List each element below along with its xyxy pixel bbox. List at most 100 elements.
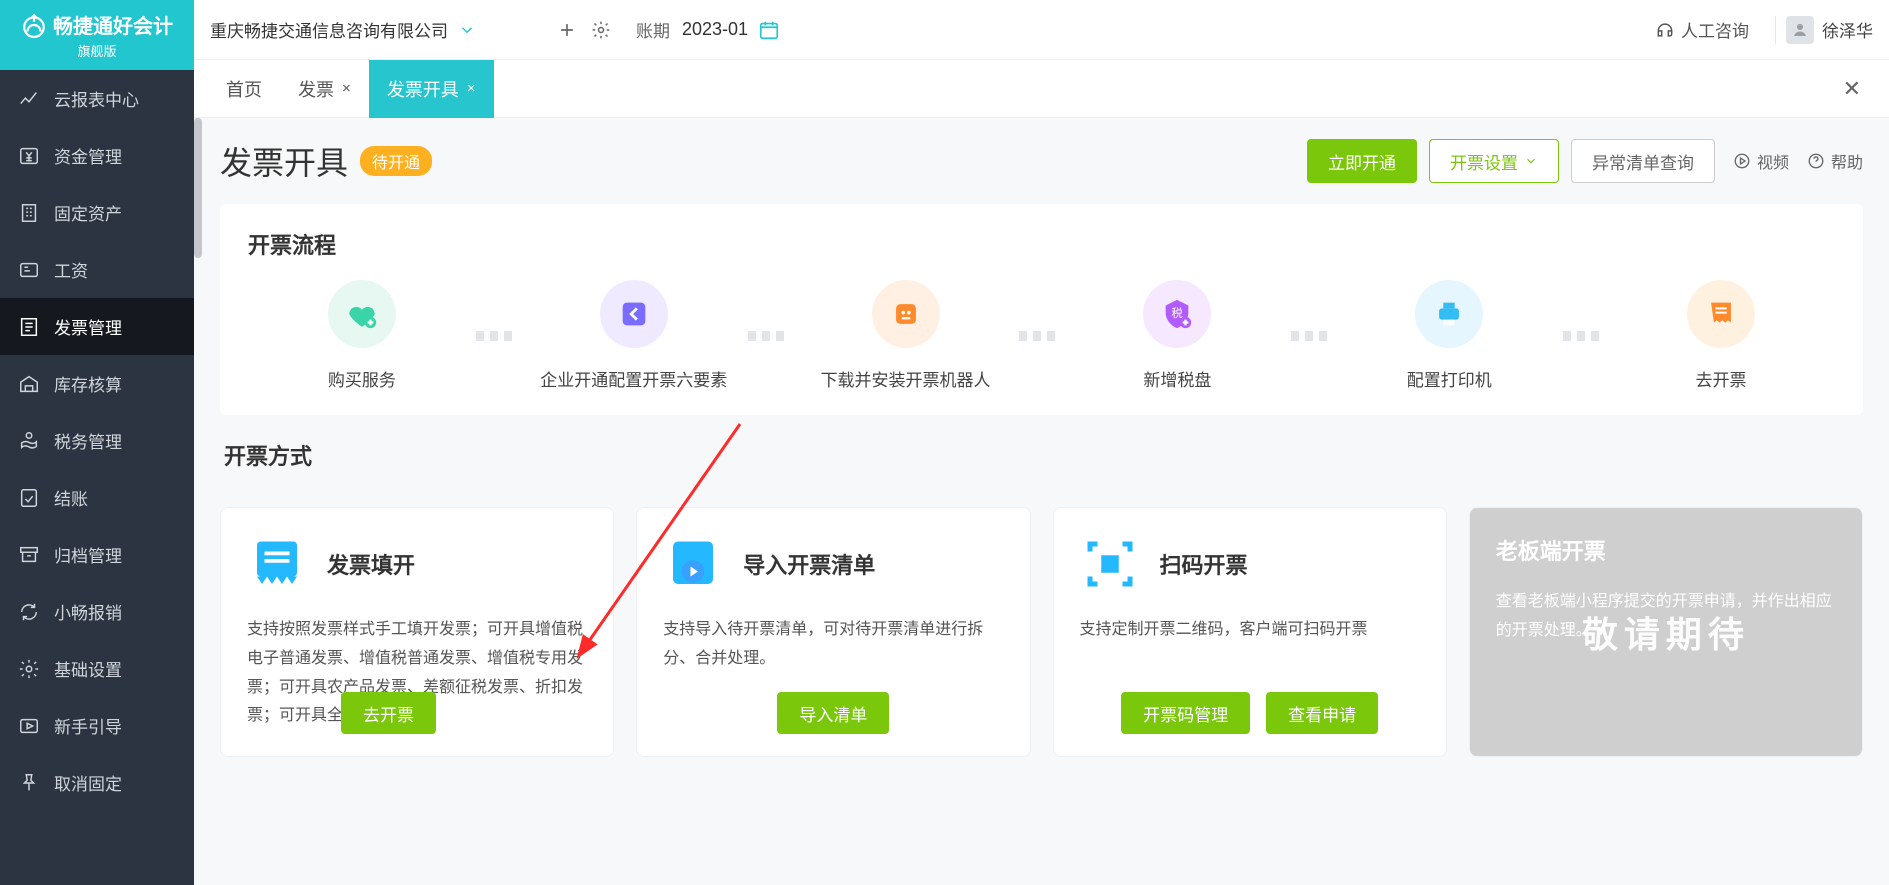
invoice-settings-button[interactable]: 开票设置 [1429, 139, 1559, 183]
abnormal-list-button[interactable]: 异常清单查询 [1571, 139, 1715, 183]
add-company-button[interactable] [550, 13, 584, 47]
step-label: 购买服务 [328, 366, 396, 391]
scrollbar[interactable] [194, 118, 202, 258]
sidebar-item-salary[interactable]: 工资 [0, 241, 194, 298]
help-icon [1807, 152, 1825, 170]
sidebar-item-unpin[interactable]: 取消固定 [0, 754, 194, 811]
sidebar-item-tax[interactable]: 税务管理 [0, 412, 194, 469]
sidebar-item-label: 税务管理 [54, 428, 122, 453]
sidebar-item-label: 小畅报销 [54, 599, 122, 624]
step-icon [1687, 280, 1755, 348]
sidebar-item-label: 库存核算 [54, 371, 122, 396]
tab-invoice[interactable]: 发票 × [280, 60, 369, 118]
sidebar-item-report-center[interactable]: 云报表中心 [0, 70, 194, 127]
card-title: 导入开票清单 [743, 548, 875, 580]
step-icon [600, 280, 668, 348]
period-value: 2023-01 [682, 19, 748, 40]
close-icon[interactable]: × [467, 80, 476, 97]
play-icon [18, 715, 40, 737]
sidebar-item-label: 基础设置 [54, 656, 122, 681]
hand-coin-icon [18, 430, 40, 452]
card-title: 扫码开票 [1160, 548, 1248, 580]
close-icon[interactable]: × [342, 80, 351, 97]
tab-home[interactable]: 首页 [208, 60, 280, 118]
sidebar-item-label: 取消固定 [54, 770, 122, 795]
sidebar-item-label: 新手引导 [54, 713, 122, 738]
qr-icon [1080, 534, 1140, 594]
page-header: 发票开具 待开通 立即开通 开票设置 异常清单查询 视频 帮助 [220, 138, 1863, 184]
step-icon [328, 280, 396, 348]
flow-connector [1019, 331, 1063, 341]
company-select[interactable]: 重庆畅捷交通信息咨询有限公司 [210, 17, 530, 42]
card-action-button[interactable]: 查看申请 [1266, 692, 1378, 734]
card-action-button[interactable]: 导入清单 [777, 692, 889, 734]
button-label: 开票设置 [1450, 149, 1518, 174]
brand-edition: 旗舰版 [77, 41, 116, 60]
step-label: 去开票 [1696, 366, 1747, 391]
refresh-icon [18, 601, 40, 623]
help-link[interactable]: 帮助 [1807, 149, 1863, 173]
method-card: 老板端开票查看老板端小程序提交的开票申请，并作出相应的开票处理。敬请期待 [1469, 507, 1863, 757]
warehouse-icon [18, 373, 40, 395]
card-title: 老板端开票 [1496, 534, 1606, 566]
card-action-button[interactable]: 去开票 [341, 692, 436, 734]
pin-off-icon [18, 772, 40, 794]
sidebar-item-closing[interactable]: 结账 [0, 469, 194, 526]
sidebar-item-label: 结账 [54, 485, 88, 510]
step-label: 企业开通配置开票六要素 [540, 366, 727, 391]
chevron-down-icon [1524, 154, 1538, 168]
invoice-icon [18, 316, 40, 338]
card-action-button[interactable]: 开票码管理 [1121, 692, 1250, 734]
tab-invoice-issue[interactable]: 发票开具× [369, 60, 494, 118]
user-name: 徐泽华 [1822, 17, 1873, 42]
sidebar-item-archive[interactable]: 归档管理 [0, 526, 194, 583]
sidebar-item-fixed-assets[interactable]: 固定资产 [0, 184, 194, 241]
card-description: 查看老板端小程序提交的开票申请，并作出相应的开票处理。 [1496, 588, 1836, 646]
sidebar-item-label: 工资 [54, 257, 88, 282]
sidebar-item-funds[interactable]: 资金管理 [0, 127, 194, 184]
calendar-icon[interactable] [758, 19, 780, 41]
form-icon [247, 534, 307, 594]
flow-connector [1563, 331, 1607, 341]
flow-step[interactable]: 下载并安装开票机器人 [792, 280, 1020, 391]
step-icon [872, 280, 940, 348]
flow-step[interactable]: 配置打印机 [1335, 280, 1563, 391]
flow-step[interactable]: 企业开通配置开票六要素 [520, 280, 748, 391]
support-link[interactable]: 人工咨询 [1655, 17, 1749, 42]
method-card: 发票填开支持按照发票样式手工填开发票；可开具增值税电子普通发票、增值税普通发票、… [220, 507, 614, 757]
company-settings-button[interactable] [584, 13, 618, 47]
step-label: 新增税盘 [1143, 366, 1211, 391]
play-circle-icon [1733, 152, 1751, 170]
flow-step[interactable]: 税新增税盘 [1063, 280, 1291, 391]
sidebar-item-settings[interactable]: 基础设置 [0, 640, 194, 697]
video-link[interactable]: 视频 [1733, 149, 1789, 173]
tab-label: 发票 [298, 76, 334, 102]
flow-step[interactable]: 购买服务 [248, 280, 476, 391]
flow-connector [1291, 331, 1335, 341]
tab-label: 首页 [226, 76, 262, 102]
flow-connector [476, 331, 520, 341]
card-description: 支持定制开票二维码，客户端可扫码开票 [1080, 616, 1420, 645]
archive-icon [18, 544, 40, 566]
status-badge: 待开通 [360, 146, 432, 176]
sidebar-item-inventory[interactable]: 库存核算 [0, 355, 194, 412]
step-label: 下载并安装开票机器人 [821, 366, 991, 391]
step-icon: 税 [1143, 280, 1211, 348]
section-title: 开票方式 [220, 433, 1863, 487]
link-label: 帮助 [1831, 149, 1863, 173]
check-doc-icon [18, 487, 40, 509]
sidebar-item-reimburse[interactable]: 小畅报销 [0, 583, 194, 640]
step-label: 配置打印机 [1407, 366, 1492, 391]
method-card: 导入开票清单支持导入待开票清单，可对待开票清单进行拆分、合并处理。导入清单 [636, 507, 1030, 757]
headset-icon [1655, 20, 1675, 40]
building-icon [18, 202, 40, 224]
plus-icon [557, 20, 577, 40]
support-label: 人工咨询 [1681, 17, 1749, 42]
sidebar-item-invoice[interactable]: 发票管理 [0, 298, 194, 355]
close-all-tabs-button[interactable]: ✕ [1829, 76, 1875, 102]
flow-step[interactable]: 去开票 [1607, 280, 1835, 391]
avatar[interactable] [1786, 16, 1814, 44]
sidebar-item-guide[interactable]: 新手引导 [0, 697, 194, 754]
sidebar-item-label: 资金管理 [54, 143, 122, 168]
open-now-button[interactable]: 立即开通 [1307, 139, 1417, 183]
